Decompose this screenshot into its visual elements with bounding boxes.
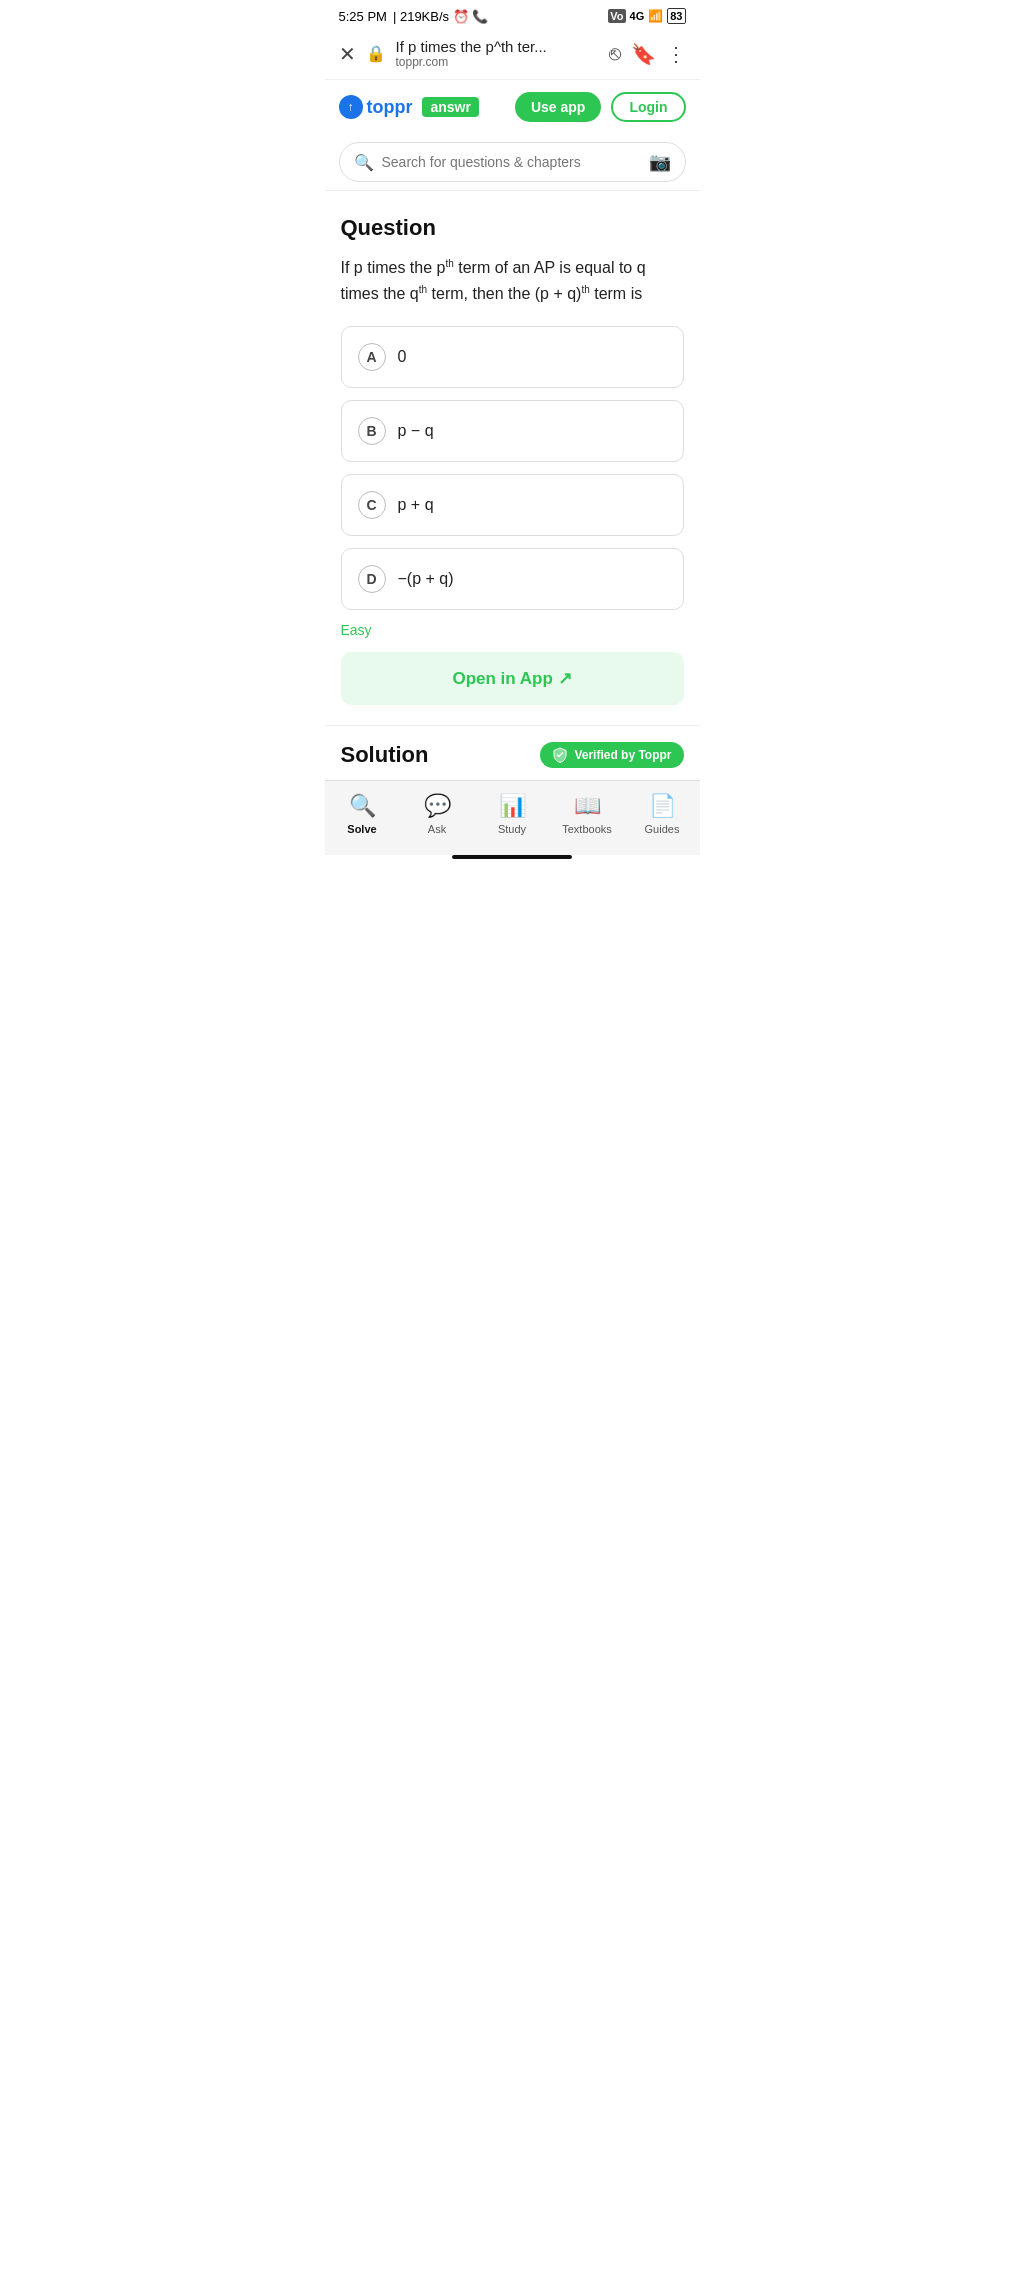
page-title: If p times the p^th ter... — [396, 38, 599, 55]
option-b-text: p − q — [398, 422, 434, 440]
camera-icon[interactable]: 📷 — [649, 151, 671, 173]
option-d-letter: D — [358, 565, 386, 593]
solution-label: Solution — [341, 742, 429, 768]
main-content: Question If p times the pth term of an A… — [325, 199, 700, 705]
use-app-button[interactable]: Use app — [515, 92, 601, 122]
status-bar: 5:25 PM | 219KB/s ⏰ 📞 Vo 4G 📶 83 — [325, 0, 700, 28]
solution-section: Solution Verified by Toppr — [325, 725, 700, 780]
solve-icon: 🔍 — [349, 793, 376, 819]
nav-title-block: If p times the p^th ter... toppr.com — [396, 38, 599, 69]
lock-icon: 🔒 — [366, 44, 386, 63]
option-a[interactable]: A 0 — [341, 326, 684, 388]
solve-label: Solve — [347, 823, 376, 835]
close-icon[interactable]: ✕ — [339, 42, 356, 66]
option-a-text: 0 — [398, 348, 407, 366]
bookmark-icon[interactable]: 🔖 — [631, 42, 656, 66]
study-label: Study — [498, 823, 526, 835]
option-c-text: p + q — [398, 496, 434, 514]
toppr-logo-text: toppr — [367, 97, 413, 118]
open-in-app-button[interactable]: Open in App ↗ — [341, 652, 684, 705]
share-icon[interactable]: ⎋ — [609, 42, 621, 65]
option-b[interactable]: B p − q — [341, 400, 684, 462]
nav-item-solve[interactable]: 🔍 Solve — [325, 789, 400, 839]
question-text: If p times the pth term of an AP is equa… — [341, 255, 684, 306]
option-c[interactable]: C p + q — [341, 474, 684, 536]
nav-item-guides[interactable]: 📄 Guides — [625, 789, 700, 839]
option-a-letter: A — [358, 343, 386, 371]
nav-item-study[interactable]: 📊 Study — [475, 789, 550, 839]
page-subtitle: toppr.com — [396, 55, 599, 69]
search-bar[interactable]: 🔍 📷 — [339, 142, 686, 182]
lte-icon: Vo — [608, 9, 625, 23]
battery-display: 83 — [667, 8, 685, 24]
ask-label: Ask — [428, 823, 446, 835]
app-bar: ↑ toppr answr Use app Login — [325, 80, 700, 134]
textbooks-icon: 📖 — [574, 793, 601, 819]
nav-item-ask[interactable]: 💬 Ask — [400, 789, 475, 839]
status-right: Vo 4G 📶 83 — [608, 8, 685, 24]
question-label: Question — [341, 215, 684, 241]
bottom-nav: 🔍 Solve 💬 Ask 📊 Study 📖 Textbooks 📄 Guid… — [325, 780, 700, 855]
divider — [325, 190, 700, 191]
ask-icon: 💬 — [424, 793, 451, 819]
option-d-text: −(p + q) — [398, 570, 454, 588]
signal-bars: 📶 — [648, 9, 663, 23]
network-type: 4G — [630, 10, 645, 22]
status-time: 5:25 PM — [339, 9, 387, 24]
toppr-arrow-icon: ↑ — [339, 95, 363, 119]
search-input[interactable] — [382, 154, 641, 170]
study-icon: 📊 — [499, 793, 526, 819]
guides-label: Guides — [645, 823, 680, 835]
toppr-logo: ↑ toppr — [339, 95, 413, 119]
nav-item-textbooks[interactable]: 📖 Textbooks — [550, 789, 625, 839]
search-icon: 🔍 — [354, 153, 374, 172]
option-b-letter: B — [358, 417, 386, 445]
guides-icon: 📄 — [649, 793, 676, 819]
verified-badge: Verified by Toppr — [540, 742, 683, 768]
home-indicator — [452, 855, 572, 859]
top-nav: ✕ 🔒 If p times the p^th ter... toppr.com… — [325, 28, 700, 80]
status-network: | 219KB/s ⏰ 📞 — [393, 9, 488, 24]
answr-badge: answr — [422, 97, 478, 117]
login-button[interactable]: Login — [611, 92, 685, 122]
option-c-letter: C — [358, 491, 386, 519]
shield-icon — [552, 747, 568, 763]
option-d[interactable]: D −(p + q) — [341, 548, 684, 610]
difficulty-label: Easy — [341, 622, 684, 638]
more-options-icon[interactable]: ⋮ — [666, 42, 686, 66]
textbooks-label: Textbooks — [562, 823, 612, 835]
